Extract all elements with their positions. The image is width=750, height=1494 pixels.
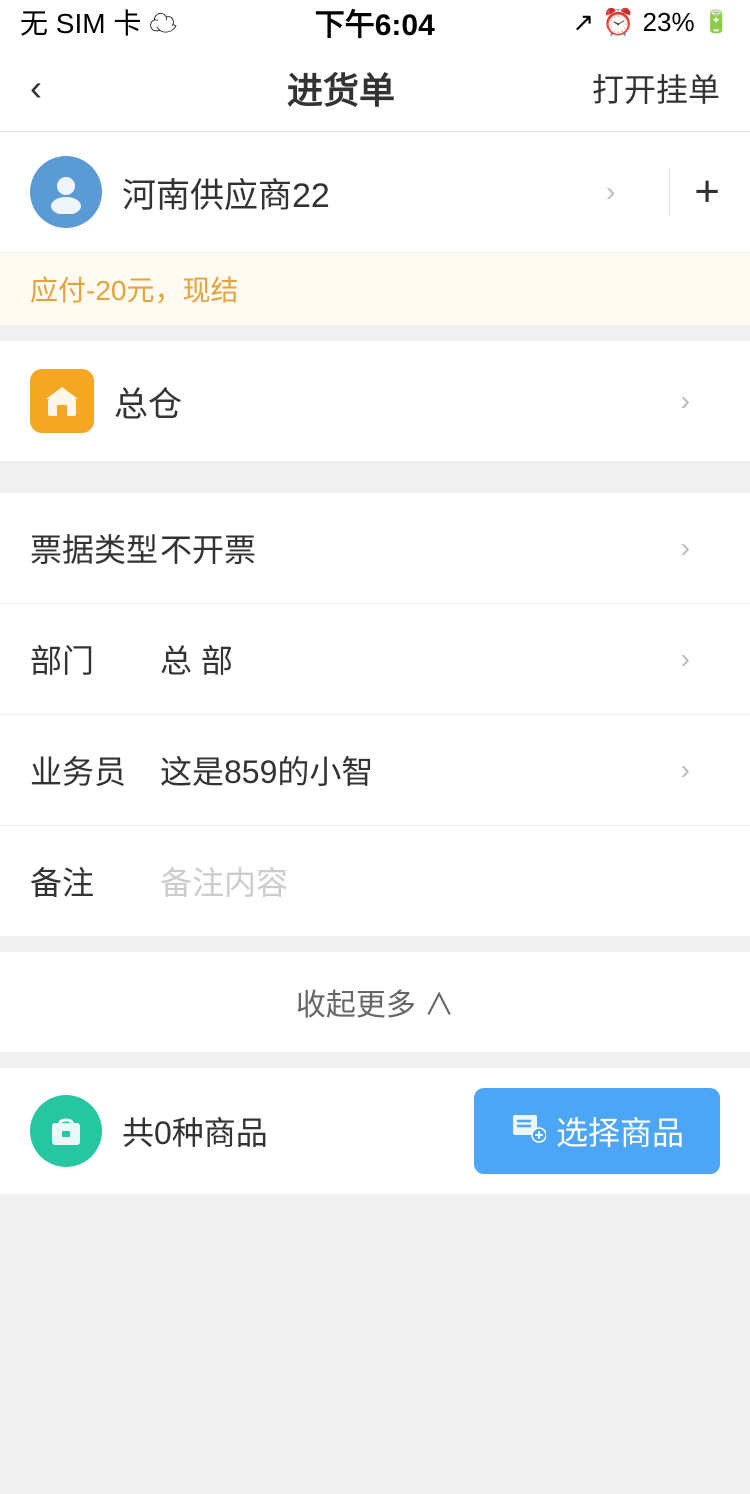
alarm-icon: ⏰ [602,7,634,38]
battery-icon: 🔋 [703,9,730,35]
supplier-avatar [30,156,102,228]
warehouse-name: 总仓 [114,377,681,426]
location-icon: ↗ [572,7,594,38]
open-pending-button[interactable]: 打开挂单 [592,65,720,111]
add-supplier-button[interactable]: + [694,170,720,214]
warehouse-icon [30,369,94,433]
warehouse-chevron-icon: › [681,385,690,417]
spacer [0,325,750,341]
battery-text: 23% [643,7,695,38]
invoice-type-chevron-icon: › [681,532,690,564]
product-count: 共0种商品 [122,1108,454,1154]
supplier-row[interactable]: 河南供应商22 › + [0,132,750,253]
invoice-type-value: 不开票 [160,525,681,571]
status-right: ↗ ⏰ 23% 🔋 [572,7,730,38]
select-product-icon [510,1109,546,1153]
invoice-type-row[interactable]: 票据类型 不开票 › [0,493,750,604]
remark-input[interactable]: 备注内容 [160,858,720,904]
department-chevron-icon: › [681,643,690,675]
remaining-area [0,1194,750,1494]
department-row[interactable]: 部门 总 部 › [0,604,750,715]
product-icon [30,1095,102,1167]
spacer2 [0,477,750,493]
remark-label: 备注 [30,858,160,904]
divider [669,168,670,216]
salesperson-row[interactable]: 业务员 这是859的小智 › [0,715,750,826]
select-product-button[interactable]: 选择商品 [474,1088,720,1174]
warehouse-row[interactable]: 总仓 › [0,341,750,461]
status-time: 下午6:04 [315,0,435,44]
status-left: 无 SIM 卡 ☁ [20,2,177,42]
collapse-button[interactable]: 收起更多 ∧ [0,952,750,1052]
salesperson-value: 这是859的小智 [160,747,681,793]
supplier-notice: 应付-20元，现结 [0,253,750,325]
supplier-section: 河南供应商22 › + 应付-20元，现结 [0,132,750,325]
sim-signal: 无 SIM 卡 ☁ [20,2,177,42]
page-title: 进货单 [287,62,395,114]
nav-bar: ‹ 进货单 打开挂单 [0,44,750,132]
supplier-chevron-icon: › [606,176,615,208]
status-bar: 无 SIM 卡 ☁ 下午6:04 ↗ ⏰ 23% 🔋 [0,0,750,44]
supplier-name: 河南供应商22 [122,168,606,217]
form-card: 票据类型 不开票 › 部门 总 部 › 业务员 这是859的小智 › 备注 备注… [0,493,750,936]
back-button[interactable]: ‹ [30,67,90,109]
department-label: 部门 [30,636,160,682]
salesperson-chevron-icon: › [681,754,690,786]
bottom-bar: 共0种商品 选择商品 [0,1068,750,1194]
salesperson-label: 业务员 [30,747,160,793]
select-product-label: 选择商品 [556,1108,684,1154]
department-value: 总 部 [160,636,681,682]
invoice-type-label: 票据类型 [30,525,160,571]
content-area: 河南供应商22 › + 应付-20元，现结 总仓 › 票据类型 不开票 › 部门 [0,132,750,1494]
remark-row[interactable]: 备注 备注内容 [0,826,750,936]
